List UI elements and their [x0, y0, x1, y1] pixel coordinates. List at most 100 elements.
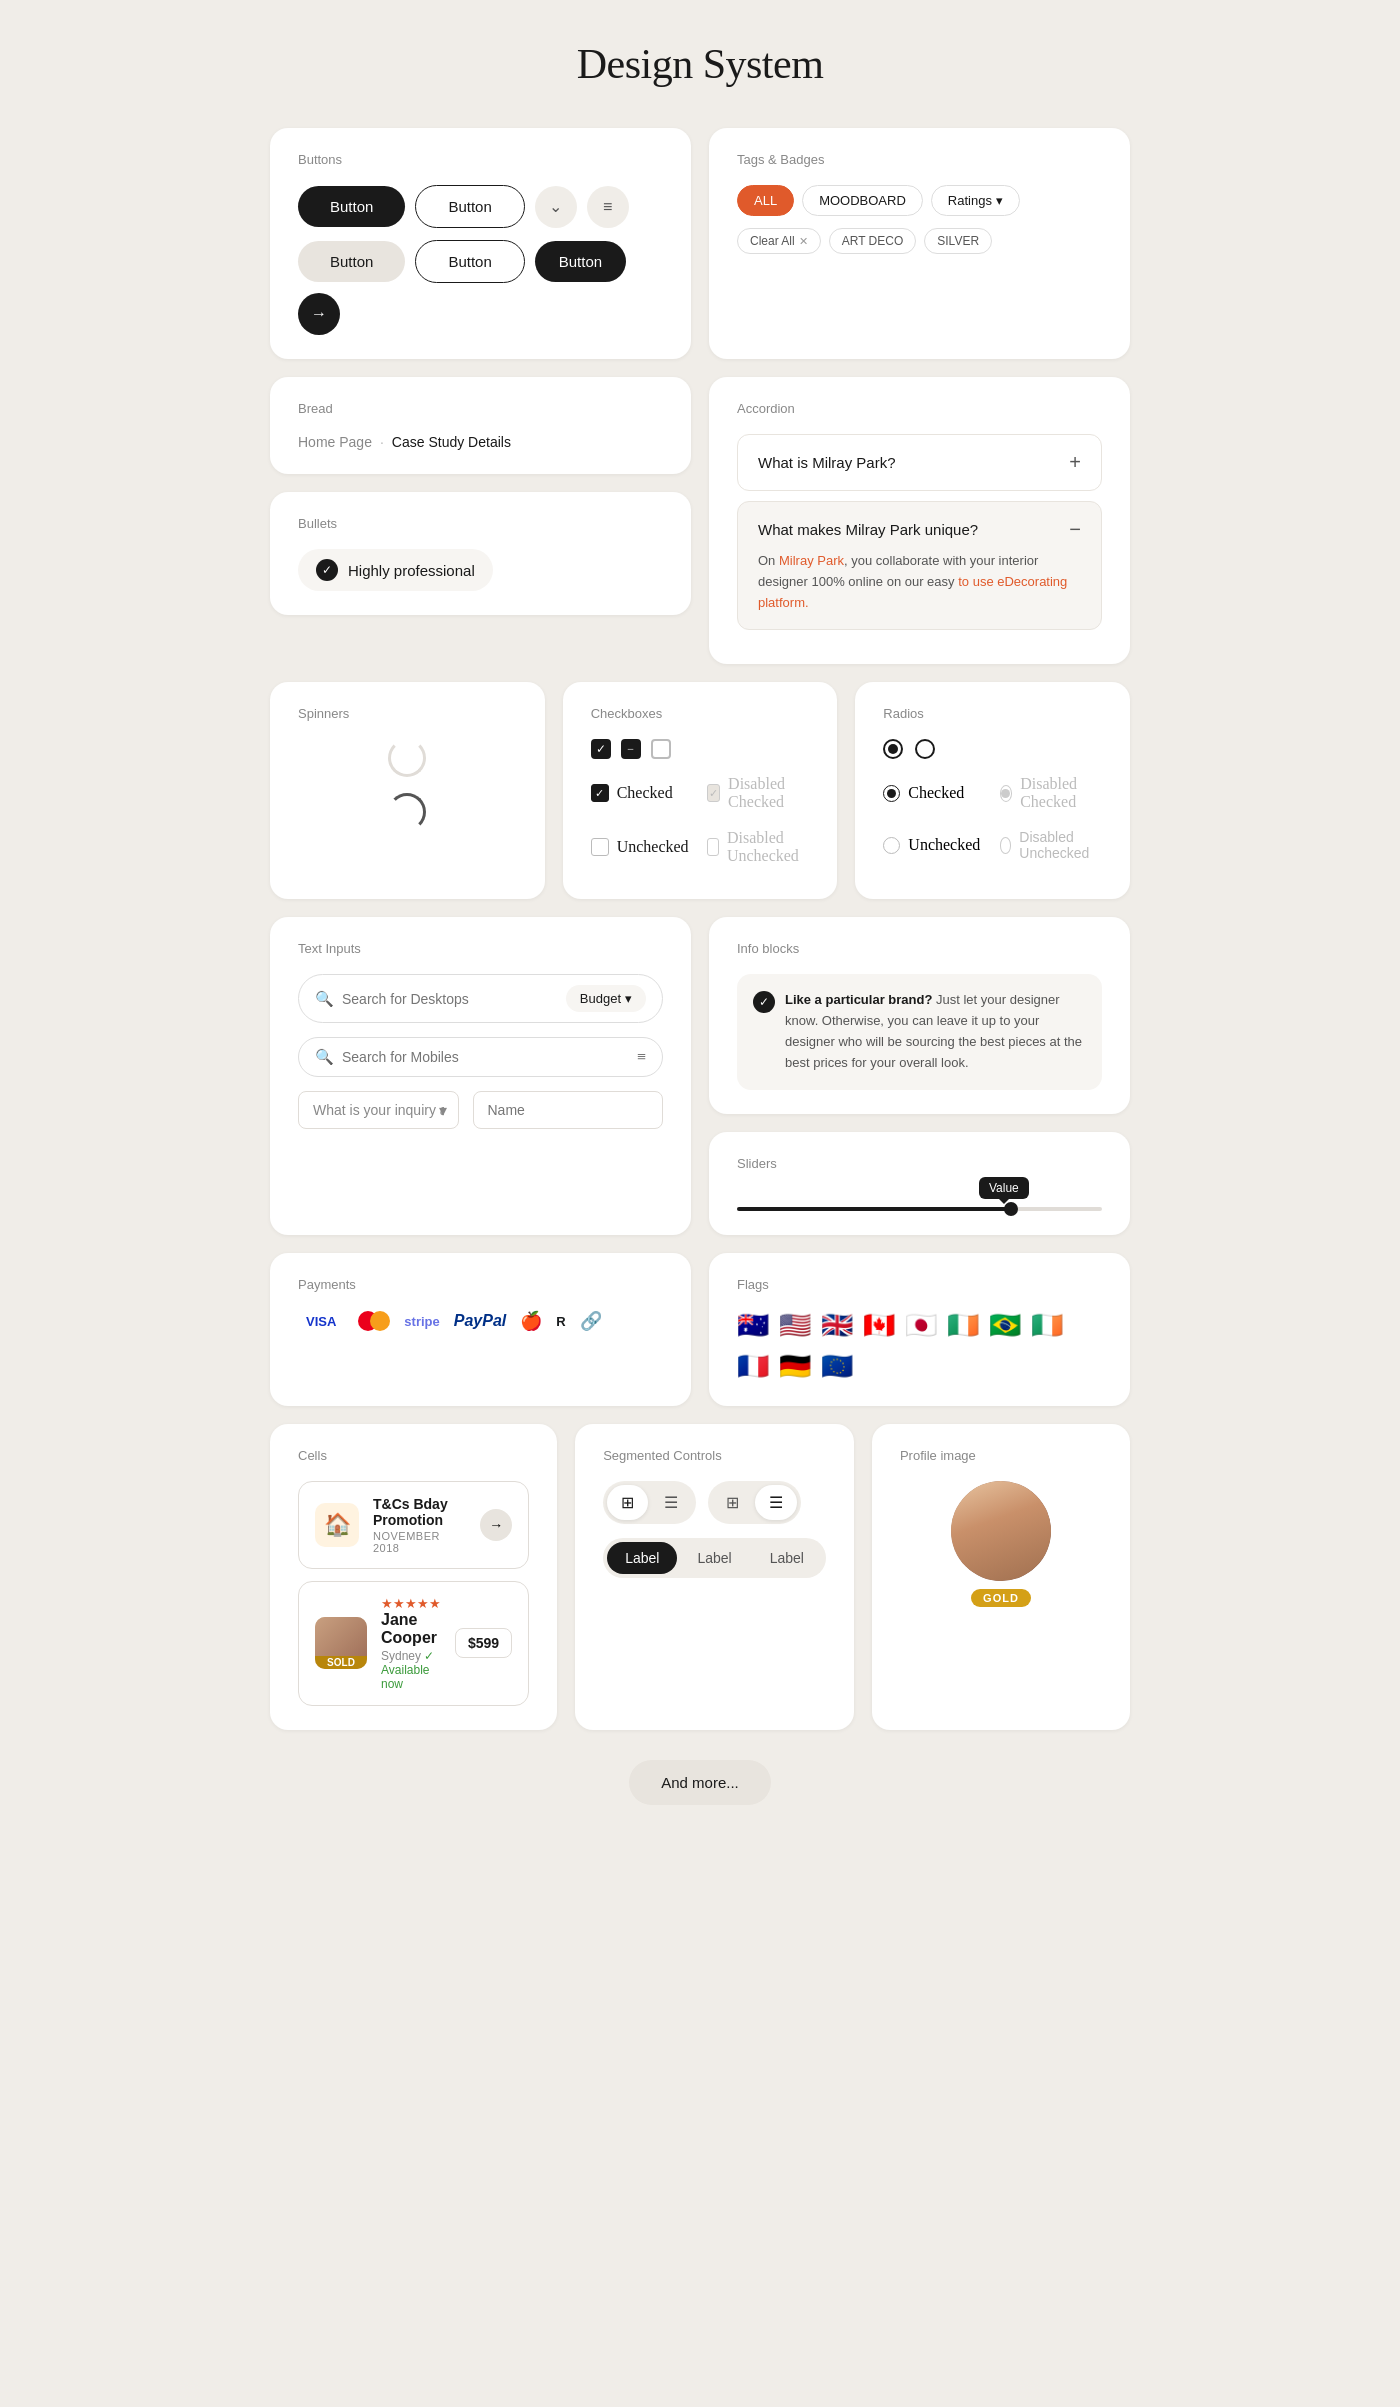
budget-chevron-icon: ▾ [625, 991, 632, 1006]
filled-button[interactable]: Button [298, 186, 405, 227]
seg-label-btn-3[interactable]: Label [752, 1542, 822, 1574]
silver-text: SILVER [937, 234, 979, 248]
checkbox-checked-icon[interactable]: ✓ [591, 739, 611, 759]
tag-all[interactable]: ALL [737, 185, 794, 216]
lines-icon: ≡ [603, 198, 612, 216]
radio-disabled-unchecked-row: Disabled Unchecked [1000, 829, 1102, 861]
checkbox-disabled-checked-label: Disabled Checked [728, 775, 809, 811]
checkbox-checked-sm[interactable]: ✓ [591, 784, 609, 802]
flag-jp: 🇯🇵 [905, 1310, 937, 1341]
breadcrumb-current: Case Study Details [392, 434, 511, 450]
spinners-col [298, 739, 517, 831]
checkbox-unchecked-label: Unchecked [617, 838, 689, 856]
flags-label: Flags [737, 1277, 1102, 1292]
slider-section: Value [737, 1207, 1102, 1211]
radio-unchecked-sm[interactable] [883, 837, 900, 854]
promo-arrow-icon[interactable]: → [480, 1509, 512, 1541]
mastercard-logo [358, 1311, 390, 1331]
search-desktops-input[interactable] [342, 991, 558, 1007]
search-icon-1: 🔍 [315, 990, 334, 1008]
seg-label-btn-2[interactable]: Label [679, 1542, 749, 1574]
seg-btn-grid-active[interactable]: ⊞ [607, 1485, 648, 1520]
tag-clear-all[interactable]: Clear All ✕ [737, 228, 821, 254]
sliders-card: Sliders Value [709, 1132, 1130, 1235]
checkbox-unchecked-sm[interactable] [591, 838, 609, 856]
checkboxes-label: Checkboxes [591, 706, 810, 721]
outline-button[interactable]: Button [415, 185, 524, 228]
radio-checked-row: Checked [883, 775, 985, 811]
spinner-2 [388, 793, 426, 831]
buttons-row-1: Button Button ⌄ ≡ [298, 185, 663, 228]
info-check-icon: ✓ [753, 991, 775, 1013]
seg-row-1: ⊞ ☰ ⊞ ☰ [603, 1481, 826, 1524]
accordion-plus-icon: + [1069, 451, 1081, 474]
seg-control-1: ⊞ ☰ [603, 1481, 696, 1524]
sliders-label: Sliders [737, 1156, 1102, 1171]
buttons-card: Buttons Button Button ⌄ ≡ Button Button … [270, 128, 691, 359]
radio-active-icon[interactable] [883, 739, 903, 759]
row-inputs-info: Text Inputs 🔍 Budget ▾ 🔍 ≡ What is your … [270, 917, 1130, 1234]
bread-bullets-col: Bread Home Page · Case Study Details Bul… [270, 377, 691, 664]
radio-checked-sm[interactable] [883, 785, 900, 802]
name-input[interactable] [473, 1091, 664, 1129]
breadcrumb-home[interactable]: Home Page [298, 434, 372, 450]
bullets-label: Bullets [298, 516, 663, 531]
budget-label: Budget [580, 991, 621, 1006]
radios-card: Radios Checked Disabled Checked Unchecke… [855, 682, 1130, 899]
row-buttons-tags: Buttons Button Button ⌄ ≡ Button Button … [270, 128, 1130, 359]
radio-checked-label: Checked [908, 784, 964, 802]
budget-button[interactable]: Budget ▾ [566, 985, 646, 1012]
radio-icons-row [883, 739, 1102, 759]
flag-ie: 🇮🇪 [947, 1310, 979, 1341]
tag-silver[interactable]: SILVER [924, 228, 992, 254]
inquiry-select[interactable]: What is your inquiry about? [298, 1091, 459, 1129]
slider-tooltip: Value [979, 1177, 1029, 1199]
seg-btn-grid-2[interactable]: ⊞ [712, 1485, 753, 1520]
checkbox-disabled-checked-sm: ✓ [707, 784, 720, 802]
segmented-label: Segmented Controls [603, 1448, 826, 1463]
seg-label-btn-1[interactable]: Label [607, 1542, 677, 1574]
accordion-title-1: What is Milray Park? [758, 454, 896, 471]
and-more-button[interactable]: And more... [629, 1760, 771, 1805]
dropdown-icon-button[interactable]: ⌄ [535, 186, 577, 228]
profile-img-container: GOLD [900, 1481, 1102, 1607]
tag-moodboard[interactable]: MOODBOARD [802, 185, 923, 216]
radio-disabled-unchecked-label: Disabled Unchecked [1019, 829, 1102, 861]
light-button[interactable]: Button [298, 241, 405, 282]
checkboxes-card: Checkboxes ✓ − ✓ Checked ✓ Disabled Chec… [563, 682, 838, 899]
seg-control-2: ⊞ ☰ [708, 1481, 801, 1524]
accordion-header-2[interactable]: What makes Milray Park unique? − [758, 518, 1081, 541]
tag-art-deco[interactable]: ART DECO [829, 228, 917, 254]
lines-icon-button[interactable]: ≡ [587, 186, 629, 228]
seg-btn-list[interactable]: ☰ [650, 1485, 692, 1520]
flag-eu: 🇪🇺 [821, 1351, 853, 1382]
cell-stars: ★★★★★ [381, 1596, 441, 1611]
accordion-header-1[interactable]: What is Milray Park? + [758, 451, 1081, 474]
slider-thumb[interactable] [1004, 1202, 1018, 1216]
tag-ratings[interactable]: Ratings [931, 185, 1020, 216]
paypal-logo: PayPal [454, 1312, 506, 1330]
info-blocks-label: Info blocks [737, 941, 1102, 956]
checkbox-disabled-unchecked-label: Disabled Unchecked [727, 829, 809, 865]
filter-icon[interactable]: ≡ [637, 1048, 646, 1066]
link-icon: 🔗 [580, 1310, 602, 1332]
radio-empty-icon[interactable] [915, 739, 935, 759]
search-desktops-input-row: 🔍 Budget ▾ [298, 974, 663, 1023]
checkbox-indeterminate-icon[interactable]: − [621, 739, 641, 759]
profile-badge: GOLD [971, 1589, 1031, 1607]
clear-all-text: Clear All [750, 234, 795, 248]
radio-unchecked-row: Unchecked [883, 829, 985, 861]
checkbox-empty-icon[interactable] [651, 739, 671, 759]
search-mobiles-input[interactable] [342, 1049, 629, 1065]
inputs-bottom-row: What is your inquiry about? [298, 1091, 663, 1129]
revolut-logo: R [556, 1314, 565, 1329]
accordion-label: Accordion [737, 401, 1102, 416]
dark-pill-button[interactable]: Button [535, 241, 626, 282]
accordion-link1[interactable]: Milray Park [779, 553, 844, 568]
outline-button-2[interactable]: Button [415, 240, 524, 283]
seg-btn-list-active[interactable]: ☰ [755, 1485, 797, 1520]
cell-location: Sydney ✓ Available now [381, 1649, 441, 1691]
chevron-down-icon: ⌄ [549, 197, 562, 216]
arrow-icon-button[interactable]: → [298, 293, 340, 335]
seg-label-row: Label Label Label [603, 1538, 826, 1578]
